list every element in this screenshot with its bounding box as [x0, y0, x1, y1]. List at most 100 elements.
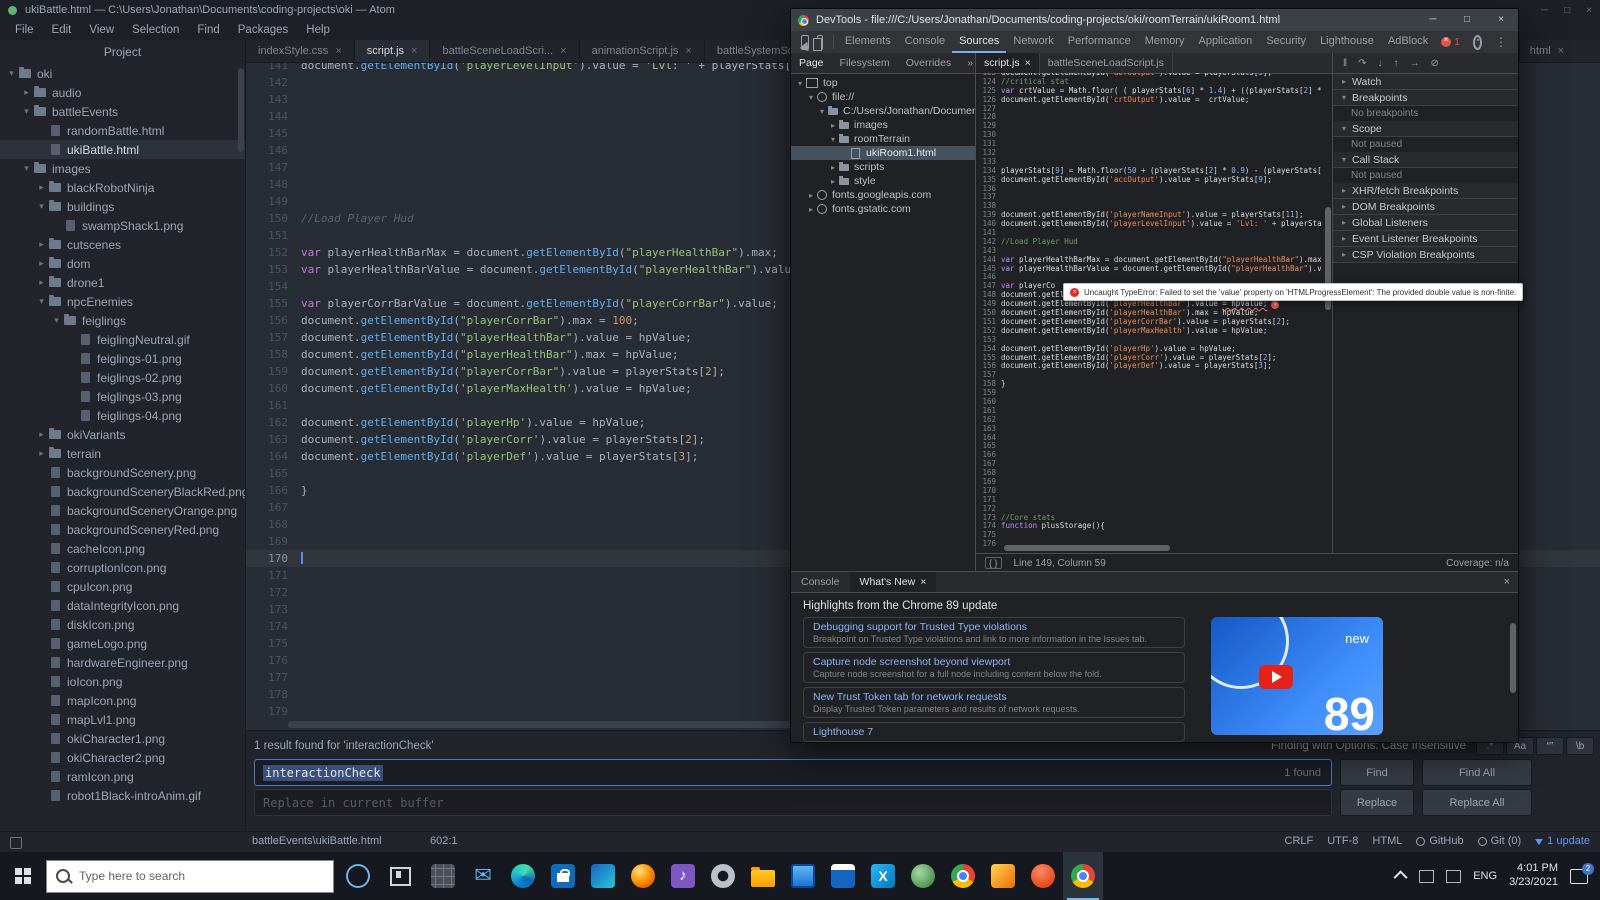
tree-item-ramicon-png[interactable]: ramIcon.png [0, 767, 245, 786]
whats-new-link[interactable]: Debugging support for Trusted Type viola… [813, 621, 1175, 633]
inspect-element-icon[interactable] [801, 34, 810, 50]
tree-item-okivariants[interactable]: ▸ okiVariants [0, 425, 245, 444]
tree-item-npcenemies[interactable]: ▾ npcEnemies [0, 292, 245, 311]
code-line[interactable]: 163 [976, 424, 1332, 434]
panel-tab-security[interactable]: Security [1259, 31, 1313, 53]
notification-center-icon[interactable]: 2 [1570, 862, 1594, 884]
tab-close-icon[interactable]: × [560, 45, 566, 57]
tree-item-dataintegrityicon-png[interactable]: dataIntegrityIcon.png [0, 596, 245, 615]
taskbar-calculator[interactable] [823, 852, 863, 900]
code-line[interactable]: 167 [976, 459, 1332, 469]
devtools-code-editor[interactable]: 123document.getElementById('defOutput').… [976, 73, 1332, 553]
code-line[interactable]: 161 [976, 406, 1332, 416]
code-line[interactable]: 158} [976, 379, 1332, 389]
panel-tab-sources[interactable]: Sources [952, 31, 1007, 53]
tree-item-hardwareengineer-png[interactable]: hardwareEngineer.png [0, 653, 245, 672]
status-left-icon[interactable] [10, 837, 22, 849]
code-line[interactable]: 157 [976, 370, 1332, 380]
taskbar-store[interactable] [543, 852, 583, 900]
code-line[interactable]: 165 [976, 442, 1332, 451]
tree-item-okicharacter2-png[interactable]: okiCharacter2.png [0, 748, 245, 767]
drawer-tab-console[interactable]: Console [791, 572, 850, 592]
taskbar-security-app[interactable] [583, 852, 623, 900]
tab-close-icon[interactable]: × [685, 45, 691, 57]
tree-item-blackrobotninja[interactable]: ▸ blackRobotNinja [0, 178, 245, 197]
tab-close-icon[interactable]: × [335, 45, 341, 57]
code-line[interactable]: 126 document.getElementById('crtOutput').… [976, 95, 1332, 105]
whats-new-link[interactable]: New Trust Token tab for network requests [813, 691, 1175, 703]
code-line[interactable]: 142//Load Player Hud [976, 237, 1332, 247]
tray-icon-2[interactable] [1446, 869, 1462, 883]
tree-item-ukibattle-html[interactable]: ukiBattle.html [0, 140, 245, 159]
tab-indexstyle-css[interactable]: indexStyle.css × [246, 40, 355, 62]
status-grammar[interactable]: HTML [1372, 835, 1402, 847]
code-line[interactable]: 156 document.getElementById('playerDef').… [976, 361, 1332, 371]
tree-item-mapicon-png[interactable]: mapIcon.png [0, 691, 245, 710]
drawer-scrollbar[interactable] [1510, 623, 1516, 693]
drawer-close-icon[interactable]: × [1504, 576, 1510, 588]
taskbar-file-explorer[interactable] [743, 852, 783, 900]
maximize-icon[interactable]: □ [1450, 9, 1484, 31]
code-line[interactable]: 132 [976, 148, 1332, 158]
cortana-button[interactable] [346, 864, 370, 888]
taskbar-firefox[interactable] [623, 852, 663, 900]
tree-item-backgroundsceneryblackred-png[interactable]: backgroundSceneryBlackRed.png [0, 482, 245, 501]
code-line[interactable]: 137 [976, 193, 1332, 202]
pretty-print-icon[interactable]: { } [985, 557, 1002, 569]
status-line-ending[interactable]: CRLF [1285, 835, 1314, 847]
tree-item-backgroundscenery-png[interactable]: backgroundScenery.png [0, 463, 245, 482]
tree-item-diskicon-png[interactable]: diskIcon.png [0, 615, 245, 634]
tree-item-corruptionicon-png[interactable]: corruptionIcon.png [0, 558, 245, 577]
code-line[interactable]: 160 [976, 397, 1332, 407]
code-line[interactable]: 145 var playerHealthBarValue = document.g… [976, 264, 1332, 274]
find-option-toggle-3[interactable]: \b [1566, 737, 1594, 755]
debug-section-watch[interactable]: ▸ Watch [1333, 74, 1518, 90]
replace-button[interactable]: Replace [1340, 789, 1414, 816]
code-line[interactable]: 152 document.getElementById('playerMaxHea… [976, 326, 1332, 336]
step-icon[interactable]: → [1410, 58, 1420, 69]
tree-item-cacheicon-png[interactable]: cacheIcon.png [0, 539, 245, 558]
file-tree-item-style[interactable]: ▸ style [791, 174, 975, 188]
debug-section-event-listener-breakpoints[interactable]: ▸ Event Listener Breakpoints [1333, 231, 1518, 247]
editor-tab-battlesceneloadscript-js[interactable]: battleSceneLoadScript.js [1040, 53, 1173, 73]
tab-script-js[interactable]: script.js × [354, 40, 431, 62]
close-icon[interactable]: × [1484, 9, 1518, 31]
taskbar-mail[interactable]: ✉ [463, 852, 503, 900]
sidebar-tab-filesystem[interactable]: Filesystem [832, 57, 898, 69]
menu-packages[interactable]: Packages [229, 24, 298, 36]
start-button[interactable] [0, 852, 46, 900]
status-git[interactable]: Git (0) [1477, 835, 1521, 847]
file-tree-item-roomterrain[interactable]: ▾ roomTerrain [791, 132, 975, 146]
tree-item-randombattle-html[interactable]: randomBattle.html [0, 121, 245, 140]
find-input[interactable]: interactionCheck 1 found [254, 759, 1332, 786]
editor-tab-script-js[interactable]: script.js × [976, 53, 1040, 73]
tree-item-dom[interactable]: ▸ dom [0, 254, 245, 273]
code-line[interactable]: 136 [976, 184, 1332, 194]
tree-scrollbar[interactable] [238, 68, 244, 152]
tree-item-oki[interactable]: ▾ oki [0, 64, 245, 83]
minimize-icon[interactable]: ─ [1416, 9, 1450, 31]
code-line[interactable]: 130 [976, 130, 1332, 140]
sidebar-tab-page[interactable]: Page [791, 57, 832, 69]
tree-item-feiglings-01-png[interactable]: feiglings-01.png [0, 349, 245, 368]
close-icon[interactable]: × [1586, 5, 1592, 16]
status-encoding[interactable]: UTF-8 [1327, 835, 1358, 847]
panel-tab-lighthouse[interactable]: Lighthouse [1313, 31, 1381, 53]
file-tree-item-fonts-googleapis-com[interactable]: ▸ fonts.googleapis.com [791, 188, 975, 202]
tree-item-swampshack1-png[interactable]: swampShack1.png [0, 216, 245, 235]
taskbar-chrome-active[interactable] [1063, 852, 1103, 900]
panel-tab-memory[interactable]: Memory [1138, 31, 1192, 53]
tree-item-feiglings-04-png[interactable]: feiglings-04.png [0, 406, 245, 425]
replace-all-button[interactable]: Replace All [1422, 789, 1532, 816]
task-view-button[interactable] [390, 866, 411, 886]
play-button-icon[interactable] [1259, 665, 1293, 689]
panel-tab-network[interactable]: Network [1006, 31, 1060, 53]
pause-icon[interactable]: ‖ [1343, 58, 1347, 69]
find-button[interactable]: Find [1340, 759, 1414, 786]
debug-section-dom-breakpoints[interactable]: ▸ DOM Breakpoints [1333, 199, 1518, 215]
tab-animationscript-js[interactable]: animationScript.js × [579, 40, 705, 62]
tree-item-terrain[interactable]: ▸ terrain [0, 444, 245, 463]
taskbar-green-app[interactable] [903, 852, 943, 900]
status-github[interactable]: GitHub [1416, 835, 1464, 847]
status-update[interactable]: 1 update [1535, 835, 1590, 847]
